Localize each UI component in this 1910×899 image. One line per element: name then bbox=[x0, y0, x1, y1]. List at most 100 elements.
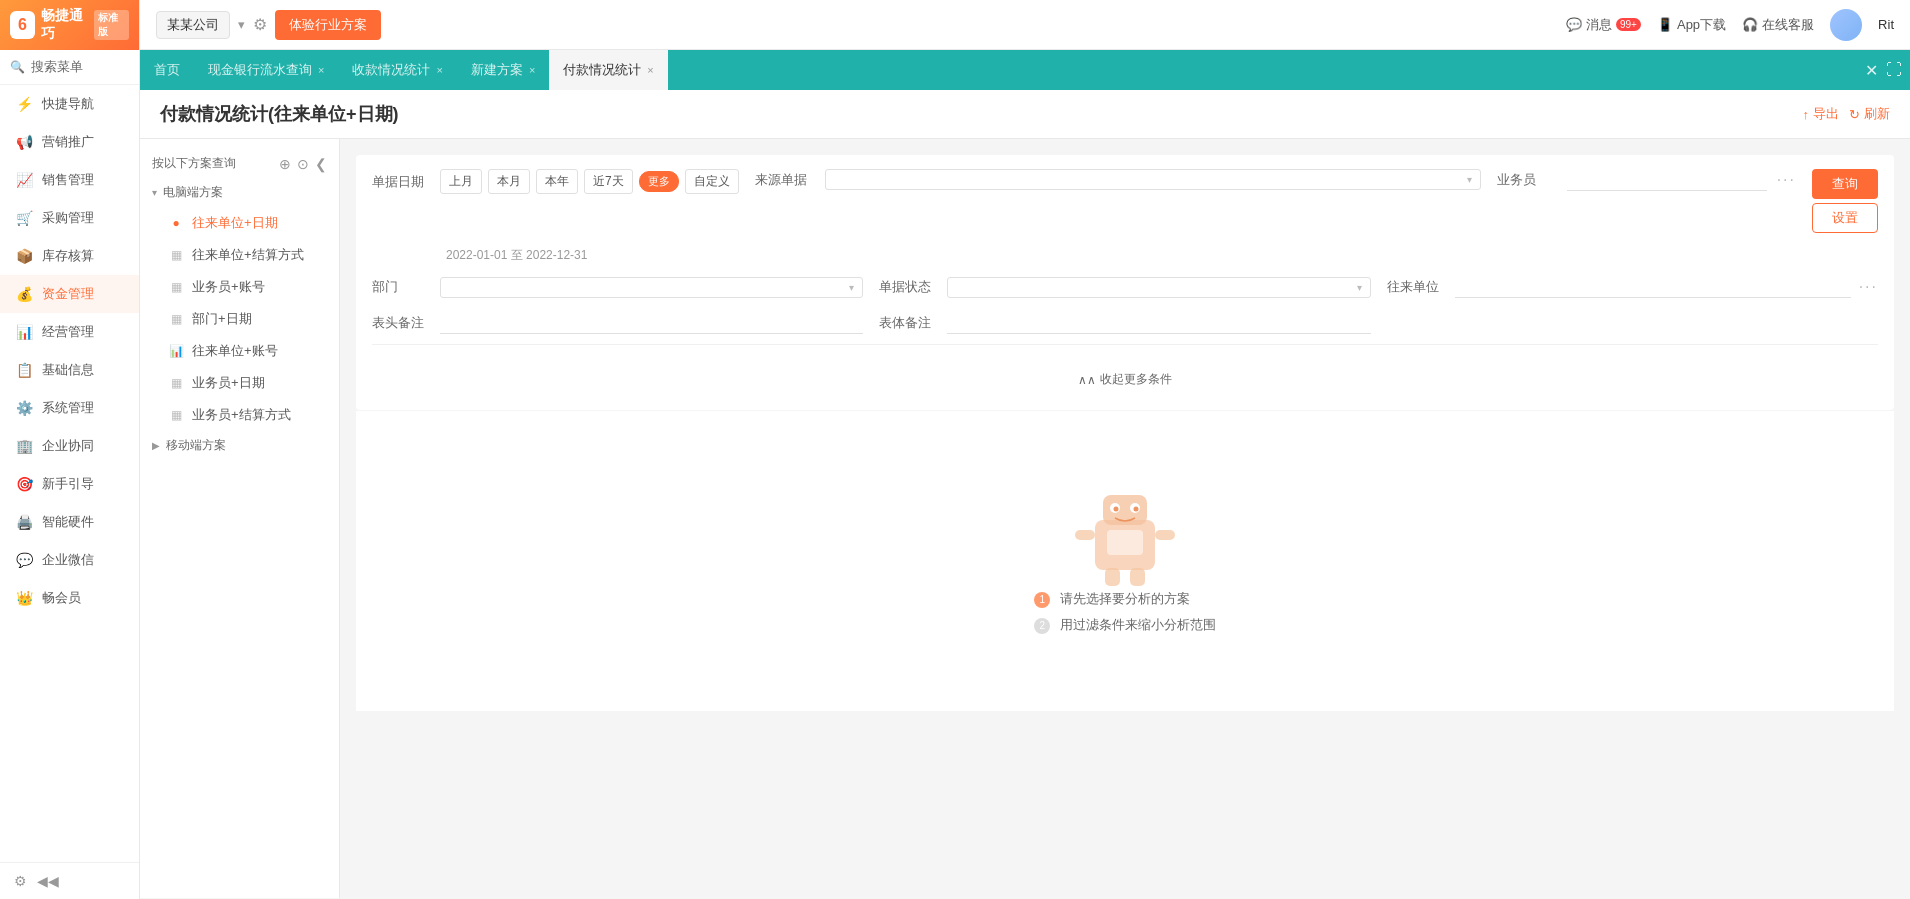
date-btn-custom[interactable]: 自定义 bbox=[685, 169, 739, 194]
sidebar-header: 6 畅捷通巧 标准版 bbox=[0, 0, 139, 50]
doc-status-select[interactable]: ▾ bbox=[947, 277, 1370, 298]
sidebar-item-finance[interactable]: 💰 资金管理 bbox=[0, 275, 139, 313]
scheme-item-staff-settlement[interactable]: ▦ 业务员+结算方式 bbox=[140, 399, 339, 431]
header-note-input[interactable] bbox=[440, 312, 863, 334]
settings-btn[interactable]: 设置 bbox=[1812, 203, 1878, 233]
scheme-icon: ▦ bbox=[168, 376, 184, 390]
sidebar-item-label: 智能硬件 bbox=[42, 513, 94, 531]
sidebar-item-wechat[interactable]: 💬 企业微信 bbox=[0, 541, 139, 579]
tab-payments-label: 付款情况统计 bbox=[563, 61, 641, 79]
left-panel: 按以下方案查询 ⊕ ⊙ ❮ ▾ 电脑端方案 ● 往来单位+日期 ▦ bbox=[140, 139, 340, 898]
scheme-item-staff-account[interactable]: ▦ 业务员+账号 bbox=[140, 271, 339, 303]
sales-icon: 📈 bbox=[14, 172, 34, 188]
sidebar-item-sales[interactable]: 📈 销售管理 bbox=[0, 161, 139, 199]
sidebar-item-label: 企业微信 bbox=[42, 551, 94, 569]
svg-rect-8 bbox=[1105, 568, 1120, 586]
sidebar-item-hardware[interactable]: 🖨️ 智能硬件 bbox=[0, 503, 139, 541]
scheme-item-partner-settlement[interactable]: ▦ 往来单位+结算方式 bbox=[140, 239, 339, 271]
desktop-scheme-group[interactable]: ▾ 电脑端方案 bbox=[140, 178, 339, 207]
dept-select[interactable]: ▾ bbox=[440, 277, 863, 298]
sidebar-item-quick-nav[interactable]: ⚡ 快捷导航 bbox=[0, 85, 139, 123]
date-btn-7days[interactable]: 近7天 bbox=[584, 169, 633, 194]
svg-rect-7 bbox=[1155, 530, 1175, 540]
export-btn[interactable]: ↑ 导出 bbox=[1803, 105, 1840, 123]
sidebar-item-vip[interactable]: 👑 畅会员 bbox=[0, 579, 139, 617]
staff-input[interactable] bbox=[1567, 169, 1767, 191]
dept-arrow: ▾ bbox=[849, 282, 854, 293]
date-btn-more[interactable]: 更多 bbox=[639, 171, 679, 192]
tab-bank-flow[interactable]: 现金银行流水查询 × bbox=[194, 50, 338, 90]
try-industry-btn[interactable]: 体验行业方案 bbox=[275, 10, 381, 40]
partner-input[interactable] bbox=[1455, 276, 1851, 298]
tab-receipts-label: 收款情况统计 bbox=[352, 61, 430, 79]
desktop-group-label: 电脑端方案 bbox=[163, 184, 223, 201]
scheme-icon: ▦ bbox=[168, 248, 184, 262]
scheme-item-partner-account[interactable]: 📊 往来单位+账号 bbox=[140, 335, 339, 367]
sidebar-nav: ⚡ 快捷导航 📢 营销推广 📈 销售管理 🛒 采购管理 📦 库存核算 💰 资金管… bbox=[0, 85, 139, 862]
sidebar-settings-btn[interactable]: ⚙ bbox=[14, 873, 27, 889]
online-service-btn[interactable]: 🎧 在线客服 bbox=[1742, 16, 1814, 34]
refresh-icon: ↻ bbox=[1849, 107, 1860, 122]
doc-status-label: 单据状态 bbox=[879, 278, 939, 296]
sidebar-item-inventory[interactable]: 📦 库存核算 bbox=[0, 237, 139, 275]
tab-receipts[interactable]: 收款情况统计 × bbox=[338, 50, 456, 90]
mobile-scheme-group[interactable]: ▶ 移动端方案 bbox=[140, 431, 339, 460]
scheme-item-label: 业务员+日期 bbox=[192, 374, 265, 392]
message-btn[interactable]: 💬 消息 99+ bbox=[1566, 16, 1641, 34]
date-label: 单据日期 bbox=[372, 173, 432, 191]
date-btn-last-month[interactable]: 上月 bbox=[440, 169, 482, 194]
tab-payments-close[interactable]: × bbox=[647, 64, 653, 76]
sidebar-item-marketing[interactable]: 📢 营销推广 bbox=[0, 123, 139, 161]
query-btn[interactable]: 查询 bbox=[1812, 169, 1878, 199]
topbar-gear-icon[interactable]: ⚙ bbox=[253, 15, 267, 34]
scheme-item-partner-date[interactable]: ● 往来单位+日期 bbox=[140, 207, 339, 239]
sidebar-item-label: 基础信息 bbox=[42, 361, 94, 379]
tab-new-scheme-label: 新建方案 bbox=[471, 61, 523, 79]
sidebar-search[interactable]: 🔍 搜索菜单 bbox=[0, 50, 139, 85]
scheme-item-dept-date[interactable]: ▦ 部门+日期 bbox=[140, 303, 339, 335]
date-btn-this-year[interactable]: 本年 bbox=[536, 169, 578, 194]
sidebar-item-label: 畅会员 bbox=[42, 589, 81, 607]
topbar-dropdown-icon[interactable]: ▾ bbox=[238, 17, 245, 32]
partner-ellipsis[interactable]: ··· bbox=[1859, 278, 1878, 296]
collapse-filter-btn[interactable]: ∧∧ 收起更多条件 bbox=[1070, 363, 1180, 396]
scheme-item-staff-date[interactable]: ▦ 业务员+日期 bbox=[140, 367, 339, 399]
sidebar-item-label: 营销推广 bbox=[42, 133, 94, 151]
scheme-item-label: 往来单位+日期 bbox=[192, 214, 278, 232]
content-body: 按以下方案查询 ⊕ ⊙ ❮ ▾ 电脑端方案 ● 往来单位+日期 ▦ bbox=[140, 139, 1910, 898]
sidebar: 6 畅捷通巧 标准版 🔍 搜索菜单 ⚡ 快捷导航 📢 营销推广 📈 销售管理 🛒… bbox=[0, 0, 140, 899]
tab-home[interactable]: 首页 bbox=[140, 50, 194, 90]
app-download-btn[interactable]: 📱 App下载 bbox=[1657, 16, 1726, 34]
staff-ellipsis[interactable]: ··· bbox=[1777, 171, 1796, 189]
sidebar-collapse-btn[interactable]: ◀◀ bbox=[37, 873, 59, 889]
tab-new-scheme-close[interactable]: × bbox=[529, 64, 535, 76]
scheme-icon: ▦ bbox=[168, 408, 184, 422]
tab-receipts-close[interactable]: × bbox=[436, 64, 442, 76]
tab-bank-flow-close[interactable]: × bbox=[318, 64, 324, 76]
sidebar-item-label: 库存核算 bbox=[42, 247, 94, 265]
add-scheme-btn[interactable]: ⊕ bbox=[279, 156, 291, 172]
sidebar-item-purchase[interactable]: 🛒 采购管理 bbox=[0, 199, 139, 237]
scheme-settings-btn[interactable]: ⊙ bbox=[297, 156, 309, 172]
tabbar-actions: ✕ ⛶ bbox=[1865, 61, 1910, 80]
tab-expand-btn[interactable]: ⛶ bbox=[1886, 61, 1902, 79]
tab-new-scheme[interactable]: 新建方案 × bbox=[457, 50, 549, 90]
user-avatar[interactable] bbox=[1830, 9, 1862, 41]
tab-payments[interactable]: 付款情况统计 × bbox=[549, 50, 667, 90]
source-doc-select[interactable]: ▾ bbox=[825, 169, 1481, 190]
topbar-company[interactable]: 某某公司 bbox=[156, 11, 230, 39]
app-download-label: App下载 bbox=[1677, 16, 1726, 34]
left-panel-collapse-btn[interactable]: ❮ bbox=[315, 156, 327, 172]
body-note-input[interactable] bbox=[947, 312, 1370, 334]
sidebar-item-enterprise[interactable]: 🏢 企业协同 bbox=[0, 427, 139, 465]
refresh-btn[interactable]: ↻ 刷新 bbox=[1849, 105, 1890, 123]
sidebar-item-basic-info[interactable]: 📋 基础信息 bbox=[0, 351, 139, 389]
topbar-right: 💬 消息 99+ 📱 App下载 🎧 在线客服 Rit bbox=[1566, 9, 1894, 41]
sidebar-item-system[interactable]: ⚙️ 系统管理 bbox=[0, 389, 139, 427]
empty-tip2: 用过滤条件来缩小分析范围 bbox=[1060, 617, 1216, 632]
date-btn-this-month[interactable]: 本月 bbox=[488, 169, 530, 194]
sidebar-item-guide[interactable]: 🎯 新手引导 bbox=[0, 465, 139, 503]
sidebar-item-operations[interactable]: 📊 经营管理 bbox=[0, 313, 139, 351]
tab-close-all-btn[interactable]: ✕ bbox=[1865, 61, 1878, 80]
date-range-text: 2022-01-01 至 2022-12-31 bbox=[446, 248, 587, 262]
